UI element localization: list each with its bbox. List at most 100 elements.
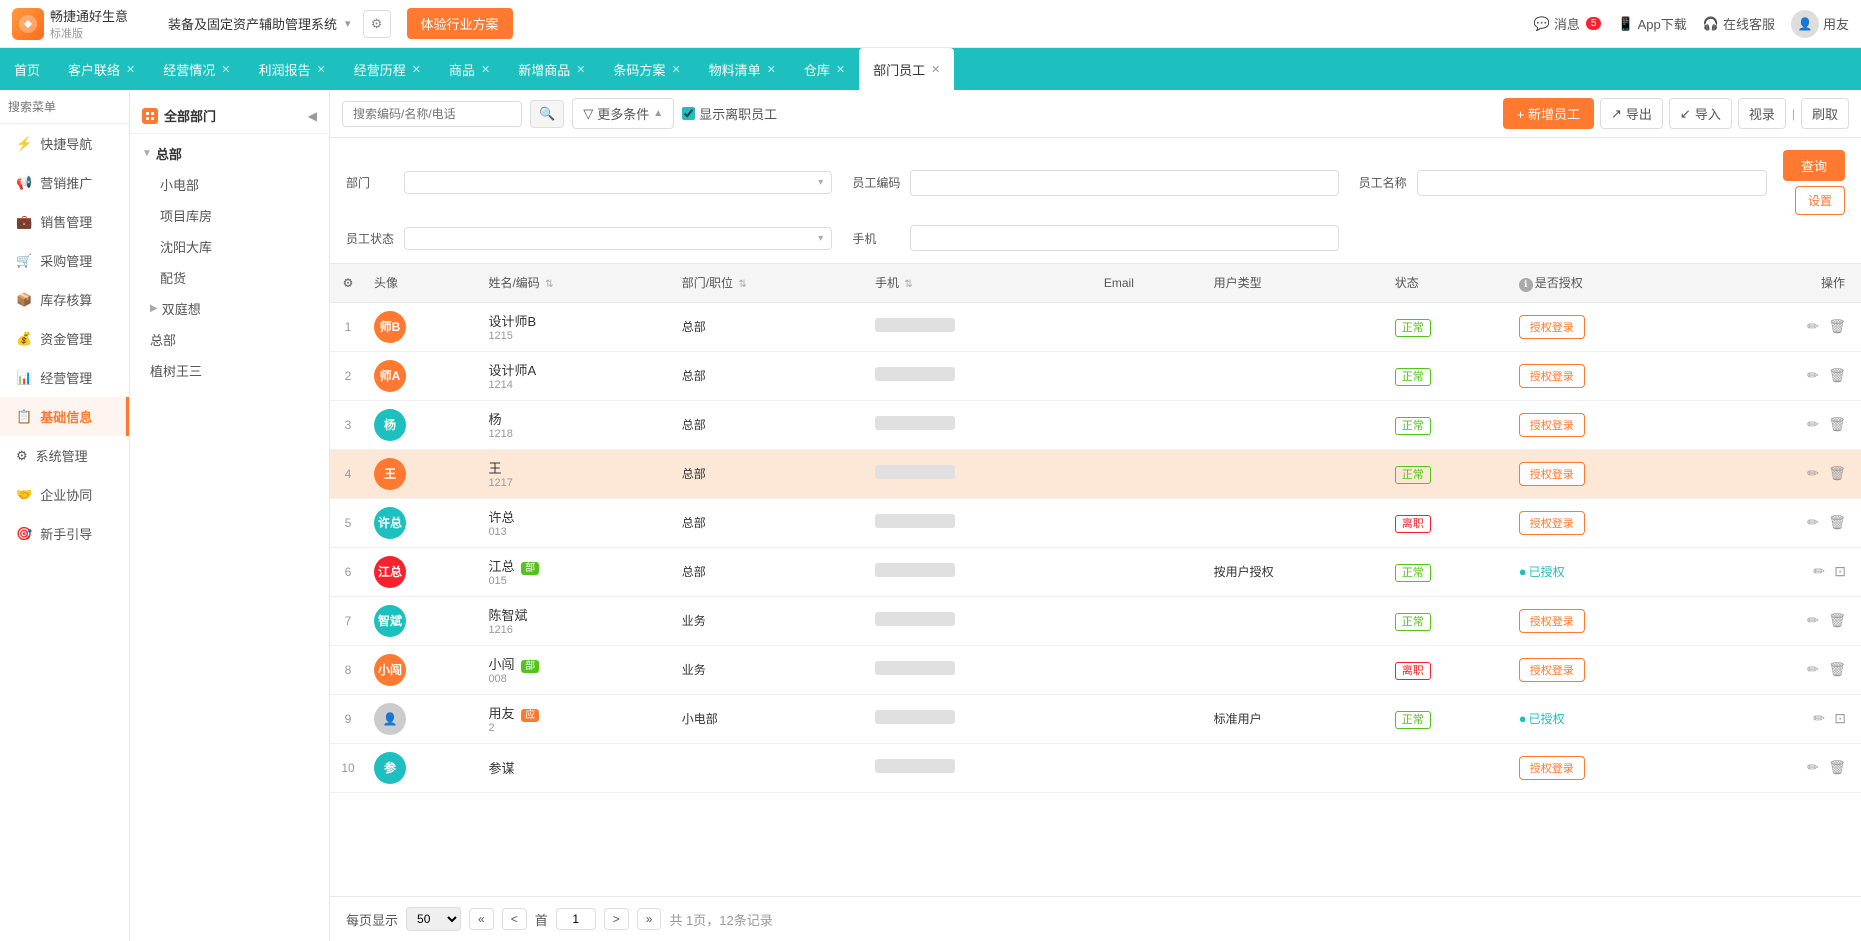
nav-tab-home[interactable]: 首页 [0,48,54,90]
phone-input[interactable] [910,225,1338,251]
delete-icon[interactable]: 🗑 [1828,759,1846,775]
dept-select[interactable]: ▾ [404,171,832,194]
close-icon[interactable]: ✕ [126,63,135,76]
page-input[interactable] [556,908,596,930]
nav-tab-barcode[interactable]: 条码方案 ✕ [599,48,694,90]
status-select[interactable]: ▾ [404,227,832,250]
close-icon[interactable]: ✕ [767,63,776,76]
dept-subnode-project[interactable]: 项目库房 [130,200,329,231]
nav-tab-customer[interactable]: 客户联络 ✕ [54,48,149,90]
sidebar-item-finance[interactable]: 💰 资金管理 [0,319,129,358]
user-area[interactable]: 👤 用友 [1791,10,1849,38]
edit-icon[interactable]: ✏ [1813,710,1825,726]
edit-icon[interactable]: ✏ [1807,465,1819,481]
col-dept[interactable]: 部门/职位 ⇅ [674,264,867,302]
sort-icon[interactable]: ⇅ [738,279,746,290]
more-filter-button[interactable]: ▽ 更多条件 ▲ [572,98,674,129]
auth-button[interactable]: 授权登录 [1519,756,1585,780]
nav-tab-profit[interactable]: 利润报告 ✕ [244,48,339,90]
close-icon[interactable]: ✕ [412,63,421,76]
search-button[interactable]: 🔍 [530,100,564,128]
prev-page-button[interactable]: < [502,908,527,930]
edit-icon[interactable]: ✏ [1807,318,1819,334]
sidebar-item-sales[interactable]: 💼 销售管理 [0,202,129,241]
sidebar-search-input[interactable] [8,100,130,114]
edit-icon[interactable]: ✏ [1807,612,1819,628]
nav-tab-journey[interactable]: 经营历程 ✕ [340,48,435,90]
delete-icon[interactable]: 🗑 [1828,465,1846,481]
add-employee-button[interactable]: + 新增员工 [1503,98,1594,129]
delete-icon[interactable]: 🗑 [1828,416,1846,432]
next-page-button[interactable]: > [604,908,629,930]
sidebar-item-system[interactable]: ⚙ 系统管理 [0,436,129,475]
close-icon[interactable]: ✕ [671,63,680,76]
app-download-btn[interactable]: 📱 App下载 [1617,14,1686,33]
sidebar-item-inventory[interactable]: 📦 库存核算 [0,280,129,319]
edit-icon[interactable]: ✏ [1807,416,1819,432]
setting-button[interactable]: 设置 [1795,186,1845,215]
auth-button[interactable]: 授权登录 [1519,364,1585,388]
import-button[interactable]: ↙ 导入 [1669,98,1732,129]
dept-subnode-xiaodian[interactable]: 小电部 [130,169,329,200]
nav-tab-operation[interactable]: 经营情况 ✕ [149,48,244,90]
copy-icon[interactable]: ⊡ [1834,710,1846,726]
dept-subnode-shenyang[interactable]: 沈阳大库 [130,231,329,262]
edit-icon[interactable]: ✏ [1813,563,1825,579]
first-page-button[interactable]: « [469,908,494,930]
sidebar-item-guide[interactable]: 🎯 新手引导 [0,514,129,553]
nav-tab-employee[interactable]: 部门员工 ✕ [859,48,954,90]
nav-tab-warehouse[interactable]: 仓库 ✕ [790,48,859,90]
sidebar-item-bizmanage[interactable]: 📊 经营管理 [0,358,129,397]
nav-tab-bom[interactable]: 物料清单 ✕ [695,48,790,90]
sidebar-item-marketing[interactable]: 📢 营销推广 [0,163,129,202]
message-btn[interactable]: 💬 消息 5 [1534,14,1602,33]
online-service-btn[interactable]: 🎧 在线客服 [1703,14,1775,33]
close-icon[interactable]: ✕ [481,63,490,76]
dept-node-zongbu[interactable]: 总部 [130,324,329,355]
query-button[interactable]: 查询 [1783,150,1845,181]
col-name[interactable]: 姓名/编码 ⇅ [480,264,673,302]
page-size-select[interactable]: 50 20 100 [406,907,461,931]
print-button[interactable]: 刷取 [1801,98,1849,129]
col-settings[interactable]: ⚙ [330,264,366,302]
employee-name-input[interactable] [1417,170,1767,196]
search-input[interactable] [342,101,522,127]
employee-code-input[interactable] [910,170,1338,196]
edit-icon[interactable]: ✏ [1807,367,1819,383]
edit-icon[interactable]: ✏ [1807,759,1819,775]
sidebar-item-collab[interactable]: 🤝 企业协同 [0,475,129,514]
copy-icon[interactable]: ⊡ [1834,563,1846,579]
delete-icon[interactable]: 🗑 [1828,612,1846,628]
nav-tab-goods[interactable]: 商品 ✕ [435,48,504,90]
sidebar-item-basic[interactable]: 📋 基础信息 [0,397,129,436]
auth-button[interactable]: 授权登录 [1519,462,1585,486]
system-dropdown-arrow[interactable]: ▾ [345,17,351,30]
show-resigned-checkbox[interactable] [682,107,695,120]
close-icon[interactable]: ✕ [836,63,845,76]
gear-button[interactable]: ⚙ [363,10,391,38]
auth-button[interactable]: 授权登录 [1519,658,1585,682]
export-button[interactable]: ↗ 导出 [1600,98,1663,129]
delete-icon[interactable]: 🗑 [1828,318,1846,334]
delete-icon[interactable]: 🗑 [1828,367,1846,383]
edit-icon[interactable]: ✏ [1807,514,1819,530]
auth-button[interactable]: 授权登录 [1519,609,1585,633]
sidebar-item-purchase[interactable]: 🛒 采购管理 [0,241,129,280]
dept-collapse-btn[interactable]: ◀ [308,109,317,123]
sidebar-item-quicknav[interactable]: ⚡ 快捷导航 [0,124,129,163]
dept-node-zhishu[interactable]: 植树王三 [130,355,329,386]
nav-tab-add-goods[interactable]: 新增商品 ✕ [504,48,599,90]
auth-button[interactable]: 授权登录 [1519,413,1585,437]
auth-button[interactable]: 授权登录 [1519,511,1585,535]
sort-icon[interactable]: ⇅ [545,279,553,290]
sort-icon[interactable]: ⇅ [904,279,912,290]
last-page-button[interactable]: » [637,908,662,930]
close-icon[interactable]: ✕ [931,63,940,76]
delete-icon[interactable]: 🗑 [1828,514,1846,530]
auth-button[interactable]: 授权登录 [1519,315,1585,339]
dept-subnode-peihuo[interactable]: 配货 [130,262,329,293]
close-icon[interactable]: ✕ [576,63,585,76]
trial-button[interactable]: 体验行业方案 [407,8,513,39]
dept-node-head[interactable]: ▼ 总部 [130,138,329,169]
view-button[interactable]: 视录 [1738,98,1786,129]
